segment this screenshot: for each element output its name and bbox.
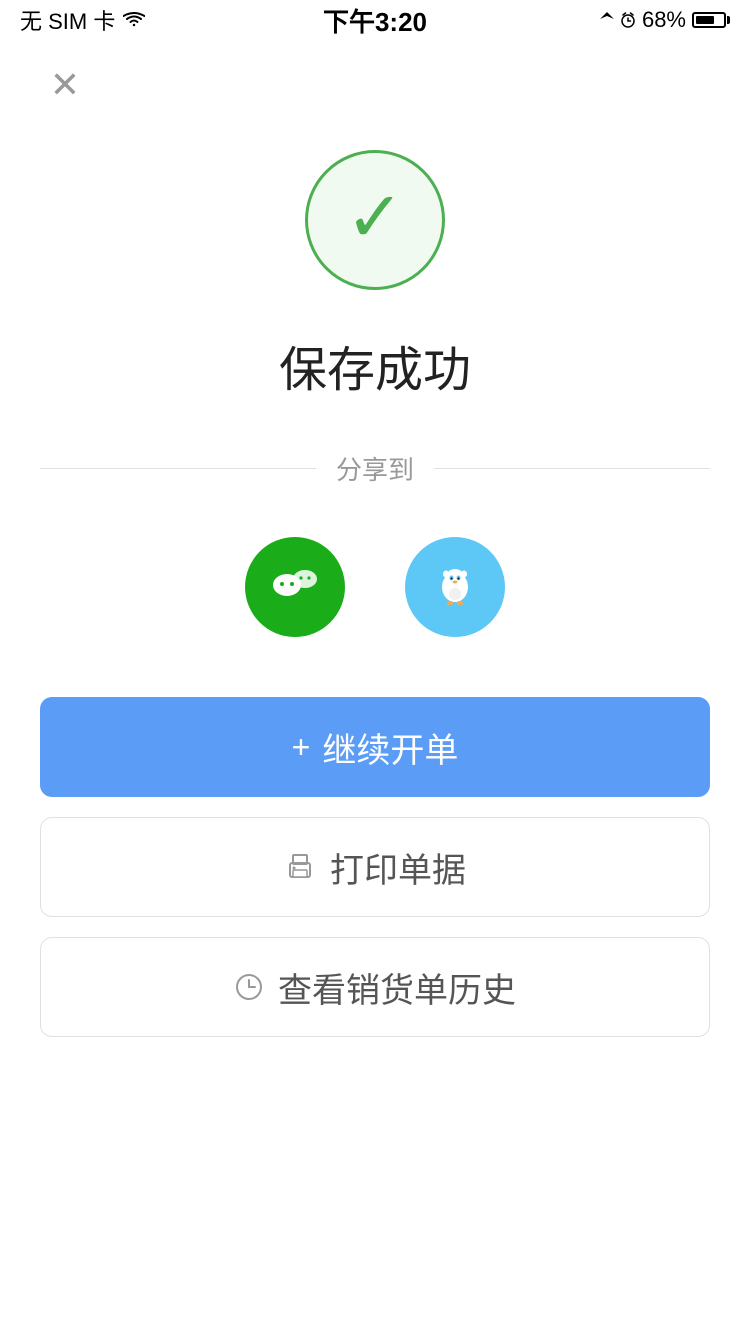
divider-right	[434, 468, 710, 469]
wifi-icon	[123, 12, 145, 28]
continue-order-button[interactable]: + 继续开单	[40, 697, 710, 797]
main-content: ✕ ✓ 保存成功 分享到	[0, 40, 750, 1077]
divider-left	[40, 468, 316, 469]
battery-icon	[692, 12, 730, 28]
alarm-icon	[620, 12, 636, 28]
status-right: 68%	[600, 7, 730, 33]
no-sim-text: 无 SIM 卡	[20, 4, 115, 36]
status-bar: 无 SIM 卡 下午3:20 68%	[0, 0, 750, 40]
history-button[interactable]: 查看销货单历史	[40, 937, 710, 1037]
wechat-icon	[265, 557, 325, 617]
close-button[interactable]: ✕	[40, 60, 90, 110]
print-button[interactable]: 打印单据	[40, 817, 710, 917]
wechat-share-button[interactable]	[245, 537, 345, 637]
share-label: 分享到	[336, 450, 414, 487]
success-circle: ✓	[305, 150, 445, 290]
close-button-area: ✕	[40, 60, 710, 110]
print-icon	[284, 851, 316, 883]
history-label: 查看销货单历史	[278, 963, 516, 1012]
battery-percent: 68%	[642, 7, 686, 33]
qq-icon	[425, 557, 485, 617]
share-divider: 分享到	[40, 450, 710, 487]
status-left: 无 SIM 卡	[20, 4, 145, 36]
continue-order-label: 继续开单	[322, 723, 458, 772]
action-buttons: + 继续开单 打印单据 查看销货单历史	[40, 697, 710, 1037]
location-icon	[600, 12, 614, 28]
history-icon	[234, 972, 264, 1002]
success-title: 保存成功	[279, 330, 471, 400]
share-icons-row	[245, 537, 505, 637]
qq-share-button[interactable]	[405, 537, 505, 637]
print-label: 打印单据	[330, 843, 466, 892]
close-icon: ✕	[50, 67, 80, 103]
checkmark-icon: ✓	[346, 182, 405, 252]
status-time: 下午3:20	[323, 2, 427, 39]
plus-icon: +	[292, 729, 311, 766]
